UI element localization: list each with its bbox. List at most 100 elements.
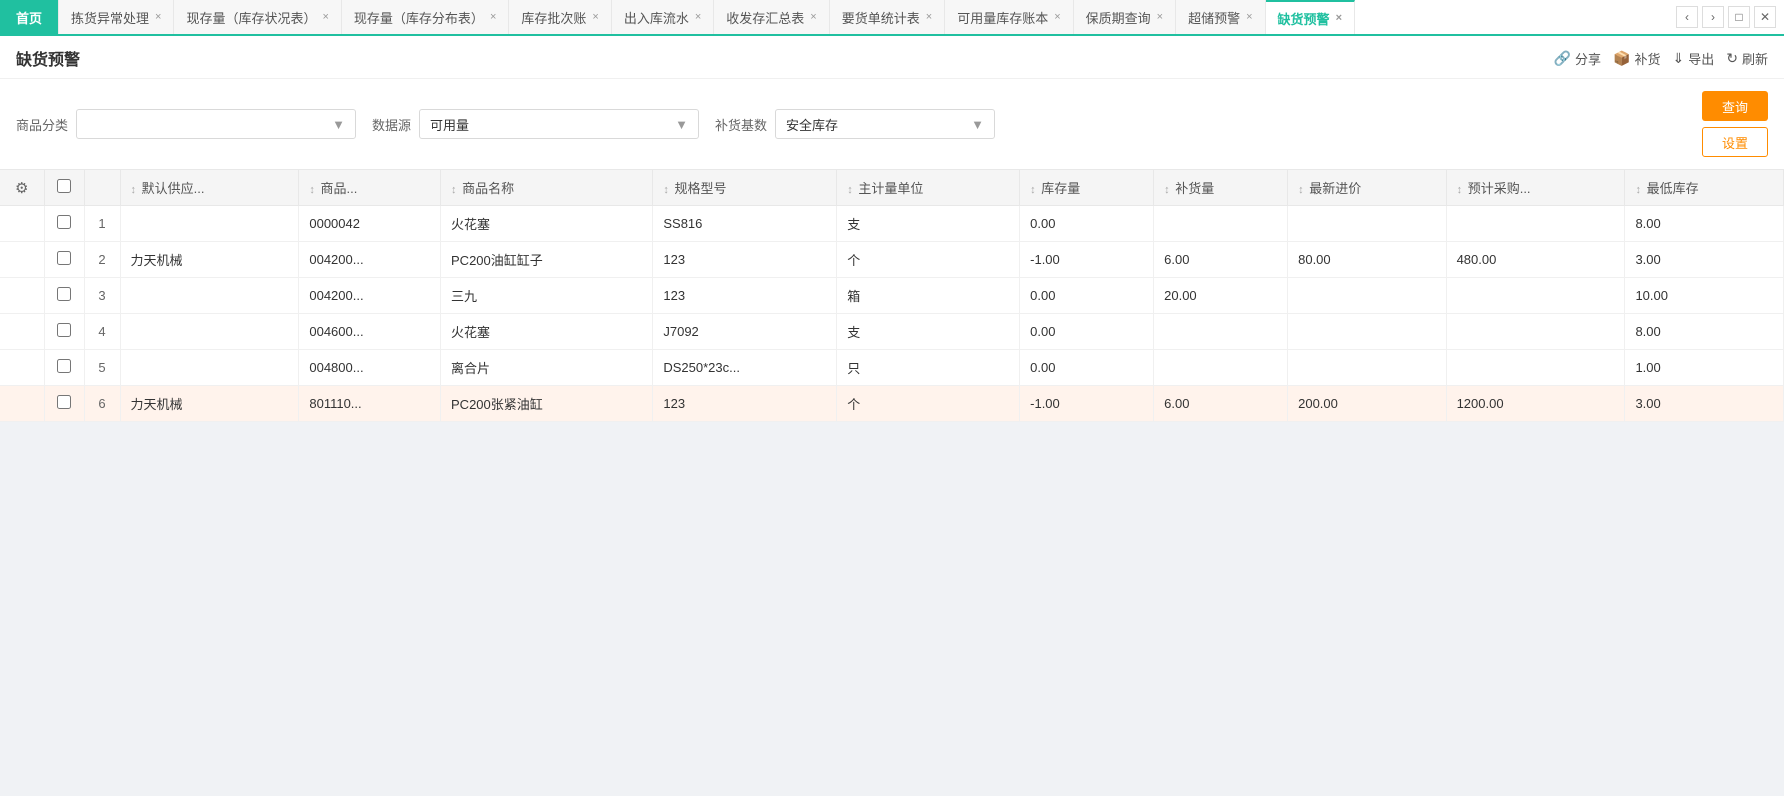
- row-num-cell: 2: [84, 242, 120, 278]
- sort-icon: ↕: [1635, 184, 1641, 196]
- row-checkbox-cell: [44, 314, 84, 350]
- tab-inventory2[interactable]: 现存量（库存分布表） ×: [342, 0, 509, 34]
- data-table-container: ⚙ ↕ 默认供应... ↕ 商品... ↕: [0, 169, 1784, 422]
- tab-batch[interactable]: 库存批次账 ×: [509, 0, 611, 34]
- tab-shortage[interactable]: 缺货预警 ×: [1266, 0, 1355, 34]
- tab-restore-button[interactable]: □: [1728, 6, 1750, 28]
- row-num-cell: 4: [84, 314, 120, 350]
- row-spec-cell: DS250*23c...: [653, 350, 837, 386]
- page-content: 缺货预警 🔗 分享 📦 补货 ⇓ 导出 ↻ 刷新 商品分类: [0, 36, 1784, 422]
- tab-overstock-label: 超储预警: [1188, 8, 1240, 27]
- product-code-col-header[interactable]: ↕ 商品...: [299, 170, 441, 206]
- tab-home[interactable]: 首页: [0, 0, 59, 34]
- row-supplier-cell: [120, 314, 299, 350]
- share-button[interactable]: 🔗 分享: [1554, 49, 1601, 68]
- refresh-icon: ↻: [1726, 50, 1738, 67]
- close-icon[interactable]: ×: [926, 11, 932, 23]
- refresh-button[interactable]: ↻ 刷新: [1726, 49, 1768, 68]
- row-stock-cell: 0.00: [1020, 350, 1154, 386]
- tab-bar: 首页 拣货异常处理 × 现存量（库存状况表） × 现存量（库存分布表） × 库存…: [0, 0, 1784, 36]
- row-checkbox[interactable]: [57, 215, 71, 229]
- row-product-name-cell: 火花塞: [441, 206, 653, 242]
- chevron-down-icon: ▼: [971, 117, 984, 132]
- row-checkbox-cell: [44, 350, 84, 386]
- action-buttons: 查询 设置: [1702, 91, 1768, 157]
- row-supplier-cell: [120, 278, 299, 314]
- product-name-col-header[interactable]: ↕ 商品名称: [441, 170, 653, 206]
- category-select[interactable]: ▼: [76, 109, 356, 139]
- tab-order-label: 要货单统计表: [842, 8, 920, 27]
- export-button[interactable]: ⇓ 导出: [1673, 49, 1715, 68]
- sort-icon: ↕: [309, 184, 315, 196]
- replenish-button[interactable]: 📦 补货: [1613, 49, 1660, 68]
- close-icon[interactable]: ×: [490, 11, 496, 23]
- settings-icon[interactable]: ⚙: [15, 180, 28, 197]
- tab-inventory1-label: 现存量（库存状况表）: [186, 8, 316, 27]
- tab-receipt[interactable]: 收发存汇总表 ×: [714, 0, 829, 34]
- tab-home-label: 首页: [16, 8, 42, 27]
- supplier-col-header[interactable]: ↕ 默认供应...: [120, 170, 299, 206]
- row-min-stock-cell: 8.00: [1625, 206, 1784, 242]
- close-icon[interactable]: ×: [155, 11, 161, 23]
- tab-expiry[interactable]: 保质期查询 ×: [1074, 0, 1176, 34]
- row-replenish-cell: 6.00: [1154, 386, 1288, 422]
- row-stock-cell: 0.00: [1020, 206, 1154, 242]
- filter-area: 商品分类 ▼ 数据源 可用量 ▼ 补货基数 安全库存 ▼ 查询 设置: [0, 79, 1784, 169]
- latest-price-col-header[interactable]: ↕ 最新进价: [1288, 170, 1446, 206]
- unit-col-header[interactable]: ↕ 主计量单位: [837, 170, 1020, 206]
- replenish-base-select[interactable]: 安全库存 ▼: [775, 109, 995, 139]
- settings-button[interactable]: 设置: [1702, 127, 1768, 157]
- share-icon: 🔗: [1554, 50, 1571, 67]
- table-row: 5 004800... 离合片 DS250*23c... 只 0.00 1.00: [0, 350, 1784, 386]
- stock-col-header[interactable]: ↕ 库存量: [1020, 170, 1154, 206]
- close-icon[interactable]: ×: [322, 11, 328, 23]
- row-unit-cell: 支: [837, 206, 1020, 242]
- row-product-code-cell: 0000042: [299, 206, 441, 242]
- select-all-checkbox[interactable]: [57, 179, 71, 193]
- row-min-stock-cell: 8.00: [1625, 314, 1784, 350]
- row-checkbox[interactable]: [57, 251, 71, 265]
- category-filter-label: 商品分类: [16, 115, 68, 134]
- row-stock-cell: 0.00: [1020, 278, 1154, 314]
- close-icon[interactable]: ×: [592, 11, 598, 23]
- tab-inout[interactable]: 出入库流水 ×: [612, 0, 714, 34]
- row-est-purchase-cell: 480.00: [1446, 242, 1625, 278]
- tab-order[interactable]: 要货单统计表 ×: [830, 0, 945, 34]
- close-icon[interactable]: ×: [1336, 12, 1342, 24]
- refresh-label: 刷新: [1742, 49, 1768, 68]
- tab-close-button[interactable]: ✕: [1754, 6, 1776, 28]
- row-checkbox-cell: [44, 242, 84, 278]
- close-icon[interactable]: ×: [1157, 11, 1163, 23]
- replenish-base-value: 安全库存: [786, 115, 838, 134]
- datasource-select[interactable]: 可用量 ▼: [419, 109, 699, 139]
- row-checkbox[interactable]: [57, 323, 71, 337]
- table-row: 2 力天机械 004200... PC200油缸缸子 123 个 -1.00 6…: [0, 242, 1784, 278]
- replenish-base-filter-group: 补货基数 安全库存 ▼: [715, 109, 995, 139]
- row-min-stock-cell: 3.00: [1625, 242, 1784, 278]
- sort-icon: ↕: [131, 184, 137, 196]
- tab-available[interactable]: 可用量库存账本 ×: [945, 0, 1073, 34]
- spec-col-header[interactable]: ↕ 规格型号: [653, 170, 837, 206]
- min-stock-col-header[interactable]: ↕ 最低库存: [1625, 170, 1784, 206]
- tab-next-button[interactable]: ›: [1702, 6, 1724, 28]
- close-icon[interactable]: ×: [1246, 11, 1252, 23]
- tab-prev-button[interactable]: ‹: [1676, 6, 1698, 28]
- tab-abnormal[interactable]: 拣货异常处理 ×: [59, 0, 174, 34]
- est-purchase-col-header[interactable]: ↕ 预计采购...: [1446, 170, 1625, 206]
- close-icon[interactable]: ×: [695, 11, 701, 23]
- row-checkbox[interactable]: [57, 287, 71, 301]
- query-button[interactable]: 查询: [1702, 91, 1768, 121]
- table-body: 1 0000042 火花塞 SS816 支 0.00 8.00 2 力天机械 0…: [0, 206, 1784, 422]
- datasource-filter-group: 数据源 可用量 ▼: [372, 109, 699, 139]
- page-title: 缺货预警: [16, 46, 80, 70]
- row-checkbox[interactable]: [57, 359, 71, 373]
- tab-inventory1[interactable]: 现存量（库存状况表） ×: [174, 0, 341, 34]
- row-checkbox[interactable]: [57, 395, 71, 409]
- close-icon[interactable]: ×: [810, 11, 816, 23]
- tab-overstock[interactable]: 超储预警 ×: [1176, 0, 1265, 34]
- category-filter-group: 商品分类 ▼: [16, 109, 356, 139]
- replenish-col-header[interactable]: ↕ 补货量: [1154, 170, 1288, 206]
- close-icon[interactable]: ×: [1054, 11, 1060, 23]
- row-est-purchase-cell: 1200.00: [1446, 386, 1625, 422]
- page-header: 缺货预警 🔗 分享 📦 补货 ⇓ 导出 ↻ 刷新: [0, 36, 1784, 79]
